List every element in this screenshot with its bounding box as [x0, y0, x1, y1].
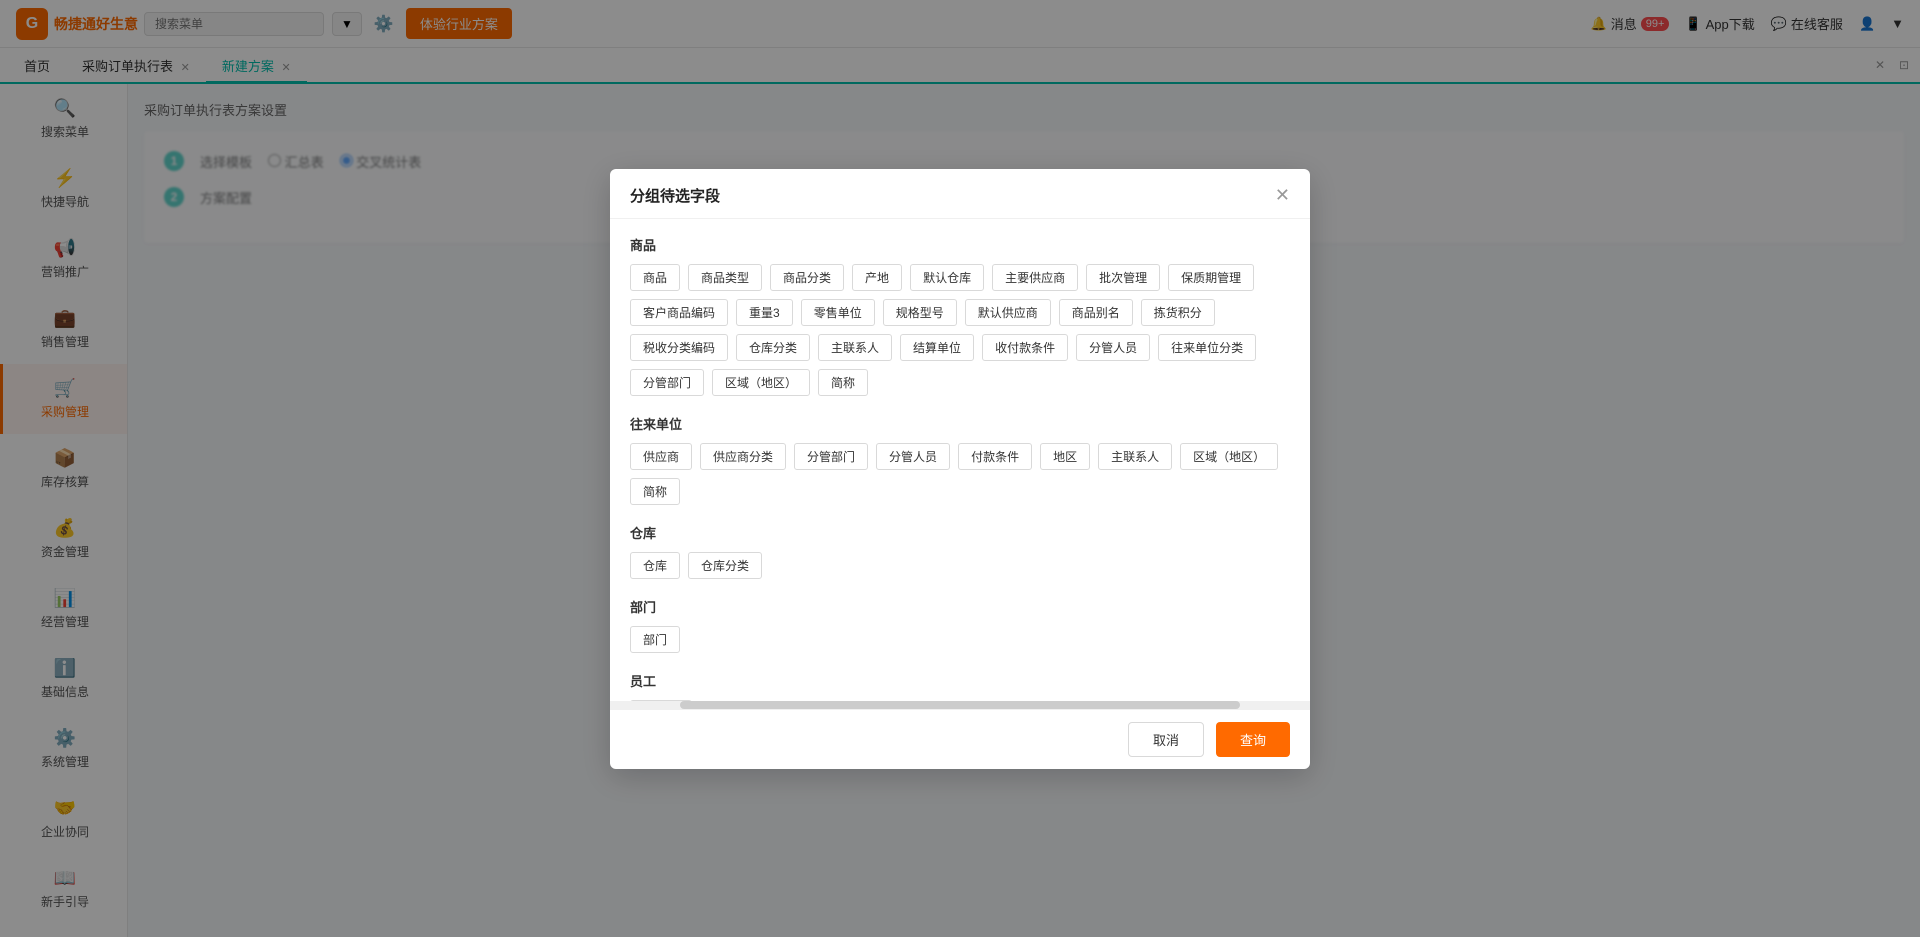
- field-tag[interactable]: 简称: [818, 369, 868, 396]
- field-tag[interactable]: 商品别名: [1059, 299, 1133, 326]
- field-tag[interactable]: 分管部门: [794, 443, 868, 470]
- modal-footer: 取消 查询: [610, 709, 1310, 769]
- section-title-往来单位: 往来单位: [630, 414, 1290, 433]
- field-tag[interactable]: 商品类型: [688, 264, 762, 291]
- field-section-部门: 部门部门: [630, 597, 1290, 653]
- field-tags-仓库: 仓库仓库分类: [630, 552, 1290, 579]
- field-tag[interactable]: 主要供应商: [992, 264, 1078, 291]
- field-tag[interactable]: 批次管理: [1086, 264, 1160, 291]
- field-section-员工: 员工业务员: [630, 671, 1290, 701]
- section-title-员工: 员工: [630, 671, 1290, 690]
- field-tag[interactable]: 产地: [852, 264, 902, 291]
- modal-scrollbar[interactable]: [610, 701, 1310, 709]
- field-tag[interactable]: 区域（地区）: [712, 369, 810, 396]
- modal-close-button[interactable]: ✕: [1275, 186, 1290, 204]
- field-tag[interactable]: 供应商分类: [700, 443, 786, 470]
- field-tag[interactable]: 税收分类编码: [630, 334, 728, 361]
- field-tag[interactable]: 分管部门: [630, 369, 704, 396]
- field-section-商品: 商品商品商品类型商品分类产地默认仓库主要供应商批次管理保质期管理客户商品编码重量…: [630, 235, 1290, 396]
- field-tags-部门: 部门: [630, 626, 1290, 653]
- field-section-往来单位: 往来单位供应商供应商分类分管部门分管人员付款条件地区主联系人区域（地区） 简称: [630, 414, 1290, 505]
- modal-overlay[interactable]: 分组待选字段 ✕ 商品商品商品类型商品分类产地默认仓库主要供应商批次管理保质期管…: [0, 0, 1920, 937]
- modal-dialog: 分组待选字段 ✕ 商品商品商品类型商品分类产地默认仓库主要供应商批次管理保质期管…: [610, 169, 1310, 769]
- field-tag[interactable]: 结算单位: [900, 334, 974, 361]
- field-tag[interactable]: 往来单位分类: [1158, 334, 1256, 361]
- field-tag[interactable]: 主联系人: [1098, 443, 1172, 470]
- field-tag[interactable]: 供应商: [630, 443, 692, 470]
- modal-title: 分组待选字段: [630, 185, 720, 206]
- field-tag[interactable]: 地区: [1040, 443, 1090, 470]
- field-tag[interactable]: 零售单位: [801, 299, 875, 326]
- section-title-仓库: 仓库: [630, 523, 1290, 542]
- field-tag[interactable]: 分管人员: [876, 443, 950, 470]
- modal-body: 商品商品商品类型商品分类产地默认仓库主要供应商批次管理保质期管理客户商品编码重量…: [610, 219, 1310, 701]
- field-tag[interactable]: 仓库分类: [688, 552, 762, 579]
- field-tag[interactable]: 客户商品编码: [630, 299, 728, 326]
- field-tag[interactable]: 简称: [630, 478, 680, 505]
- field-tag[interactable]: 规格型号: [883, 299, 957, 326]
- field-tag[interactable]: 仓库: [630, 552, 680, 579]
- confirm-button[interactable]: 查询: [1216, 722, 1290, 757]
- cancel-button[interactable]: 取消: [1128, 722, 1204, 757]
- field-tag[interactable]: 保质期管理: [1168, 264, 1254, 291]
- field-tags-商品: 商品商品类型商品分类产地默认仓库主要供应商批次管理保质期管理客户商品编码重量3 零…: [630, 264, 1290, 396]
- field-section-仓库: 仓库仓库仓库分类: [630, 523, 1290, 579]
- section-title-部门: 部门: [630, 597, 1290, 616]
- field-tag[interactable]: 分管人员: [1076, 334, 1150, 361]
- field-tag[interactable]: 重量3: [736, 299, 793, 326]
- modal-header: 分组待选字段 ✕: [610, 169, 1310, 219]
- field-tag[interactable]: 区域（地区）: [1180, 443, 1278, 470]
- field-tag[interactable]: 拣货积分: [1141, 299, 1215, 326]
- field-tag[interactable]: 仓库分类: [736, 334, 810, 361]
- field-tag[interactable]: 部门: [630, 626, 680, 653]
- field-tags-往来单位: 供应商供应商分类分管部门分管人员付款条件地区主联系人区域（地区） 简称: [630, 443, 1290, 505]
- field-tag[interactable]: 收付款条件: [982, 334, 1068, 361]
- scrollbar-thumb: [680, 701, 1240, 709]
- field-tag[interactable]: 商品分类: [770, 264, 844, 291]
- field-tag[interactable]: 默认供应商: [965, 299, 1051, 326]
- field-tag[interactable]: 商品: [630, 264, 680, 291]
- field-tag[interactable]: 默认仓库: [910, 264, 984, 291]
- field-tag[interactable]: 主联系人: [818, 334, 892, 361]
- section-title-商品: 商品: [630, 235, 1290, 254]
- field-tag[interactable]: 付款条件: [958, 443, 1032, 470]
